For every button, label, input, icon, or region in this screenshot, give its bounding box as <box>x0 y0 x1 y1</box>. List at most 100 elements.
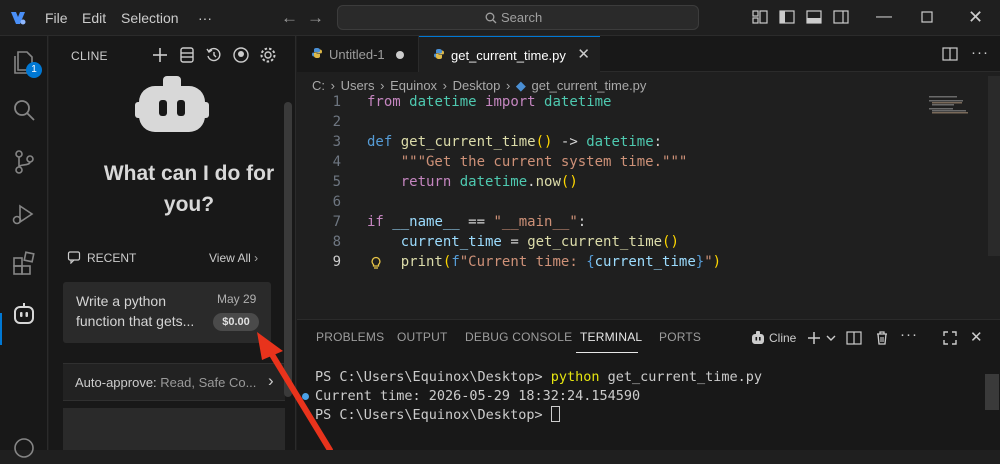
panel-tab-problems[interactable]: PROBLEMS <box>316 330 384 344</box>
more-actions-icon[interactable]: ··· <box>971 44 989 61</box>
panel-tab-ports[interactable]: PORTS <box>659 330 701 344</box>
split-terminal-icon[interactable] <box>845 329 863 347</box>
toggle-secondary-sidebar-icon[interactable] <box>832 8 850 26</box>
terminal-scrollbar[interactable] <box>985 374 999 410</box>
kill-terminal-trash-icon[interactable] <box>873 329 891 347</box>
code-line: 2 <box>297 114 937 134</box>
chevron-right-icon: › <box>502 78 514 93</box>
recent-label: RECENT <box>87 251 137 265</box>
auto-approve-value: Read, Safe Co... <box>160 375 257 390</box>
line-number: 8 <box>332 234 341 250</box>
account-icon[interactable] <box>8 432 40 464</box>
welcome-heading-line1: What can I do for <box>103 162 275 185</box>
settings-gear-icon[interactable] <box>259 46 277 64</box>
editor-area: Untitled-1 get_current_time.py ✕ ··· C: … <box>297 36 1000 450</box>
menu-edit[interactable]: Edit <box>82 10 106 26</box>
line-number: 7 <box>332 214 341 230</box>
line-number: 6 <box>332 194 341 210</box>
chevron-right-icon: › <box>376 78 389 93</box>
toggle-panel-icon[interactable] <box>805 8 823 26</box>
app-logo-icon <box>11 12 26 25</box>
close-panel-icon[interactable]: ✕ <box>970 328 983 346</box>
terminal-output-text: Current time: 2026-05-29 18:32:24.154590 <box>315 388 641 404</box>
auto-approve-text: Auto-approve: Read, Safe Co... <box>75 375 256 390</box>
source-control-icon[interactable] <box>8 146 40 178</box>
panel-tab-output[interactable]: OUTPUT <box>397 330 448 344</box>
chevron-down-icon[interactable] <box>822 329 840 347</box>
code-text: print(f"Current time: {current_time}") <box>400 254 722 270</box>
panel-tab-terminal[interactable]: TERMINAL <box>580 330 642 344</box>
terminal-output[interactable]: PS C:\Users\Equinox\Desktop> python get_… <box>302 368 762 463</box>
toggle-primary-sidebar-icon[interactable] <box>778 8 796 26</box>
maximize-icon[interactable] <box>921 11 933 23</box>
cline-terminal-icon <box>752 331 764 344</box>
code-line: 1 from datetime import datetime <box>297 94 937 114</box>
search-placeholder: Search <box>501 10 543 25</box>
new-task-plus-icon[interactable] <box>151 46 169 64</box>
code-line: 4 """Get the current system time.""" <box>297 154 937 174</box>
history-icon[interactable] <box>205 46 223 64</box>
tab-get-current-time[interactable]: get_current_time.py ✕ <box>419 36 600 72</box>
run-debug-icon[interactable] <box>8 198 40 230</box>
search-icon <box>485 12 497 24</box>
menu-selection[interactable]: Selection <box>121 10 179 26</box>
close-tab-icon[interactable]: ✕ <box>577 45 590 63</box>
welcome-heading: What can I do for you? <box>69 158 309 220</box>
recent-chat-icon <box>67 251 81 264</box>
menu-more[interactable]: ··· <box>198 10 212 26</box>
cline-robot-logo-icon <box>135 76 209 132</box>
python-file-icon <box>312 48 322 58</box>
mcp-servers-icon[interactable] <box>178 46 196 64</box>
breadcrumb-file[interactable]: get_current_time.py <box>532 78 647 93</box>
unsaved-dot-icon[interactable] <box>396 51 404 59</box>
code-editor[interactable]: 1 from datetime import datetime 2 3 def ge… <box>297 94 937 318</box>
panel-tab-debug-console[interactable]: DEBUG CONSOLE <box>465 330 572 344</box>
breadcrumb-users[interactable]: Users <box>341 78 375 93</box>
cline-sidebar: CLINE What can I do for you? RECENT View… <box>49 36 296 450</box>
terminal-line: PS C:\Users\Equinox\Desktop> <box>315 406 560 425</box>
line-number: 5 <box>332 174 341 190</box>
command-decoration-icon[interactable] <box>302 393 309 400</box>
terminal-line: PS C:\Users\Equinox\Desktop> python get_… <box>315 368 762 387</box>
terminal-command: python <box>550 369 600 385</box>
minimize-icon[interactable]: — <box>876 8 892 26</box>
forward-arrow-icon[interactable]: → <box>307 8 324 28</box>
lightbulb-icon[interactable] <box>369 256 383 270</box>
view-all-link[interactable]: View All › <box>209 251 258 265</box>
extensions-icon[interactable] <box>8 248 40 280</box>
search-icon[interactable] <box>8 94 40 126</box>
active-tab-underline <box>576 352 638 353</box>
cline-robot-icon[interactable] <box>8 298 40 330</box>
code-line: 8 current_time = get_current_time() <box>297 234 937 254</box>
terminal-name[interactable]: Cline <box>769 331 796 345</box>
minimap[interactable] <box>929 96 989 126</box>
new-terminal-plus-icon[interactable] <box>805 329 823 347</box>
explorer-badge: 1 <box>26 62 42 78</box>
line-number-current: 9 <box>332 254 341 270</box>
more-actions-icon[interactable]: ··· <box>900 326 918 343</box>
auto-approve-label: Auto-approve: <box>75 375 157 390</box>
breadcrumb-drive[interactable]: C: <box>312 78 325 93</box>
python-file-icon: ◆ <box>515 78 526 93</box>
breadcrumb: C: › Users › Equinox › Desktop › ◆ get_c… <box>312 78 648 94</box>
customize-layout-icon[interactable] <box>751 8 769 26</box>
maximize-panel-icon[interactable] <box>941 329 959 347</box>
split-editor-icon[interactable] <box>941 45 959 63</box>
auto-approve-bar[interactable]: Auto-approve: Read, Safe Co... › <box>63 363 285 401</box>
back-arrow-icon[interactable]: ← <box>281 8 298 28</box>
breadcrumb-desktop[interactable]: Desktop <box>453 78 501 93</box>
line-number: 1 <box>332 94 341 110</box>
sidebar-scrollbar[interactable] <box>284 102 292 397</box>
chat-input-area[interactable] <box>63 408 285 450</box>
recent-task-cost-badge: $0.00 <box>213 313 259 331</box>
breadcrumb-equinox[interactable]: Equinox <box>390 78 437 93</box>
menu-file[interactable]: File <box>45 10 68 26</box>
code-line: 6 <box>297 194 937 214</box>
recent-task-text: Write a python function that gets... <box>76 291 206 331</box>
account-circle-icon[interactable] <box>232 46 250 64</box>
recent-task-card[interactable]: Write a python function that gets... May… <box>63 282 271 343</box>
tab-untitled-1[interactable]: Untitled-1 <box>297 36 419 72</box>
close-window-icon[interactable]: ✕ <box>968 7 983 28</box>
command-search-box[interactable]: Search <box>337 5 699 30</box>
editor-scrollbar[interactable] <box>988 76 1000 256</box>
